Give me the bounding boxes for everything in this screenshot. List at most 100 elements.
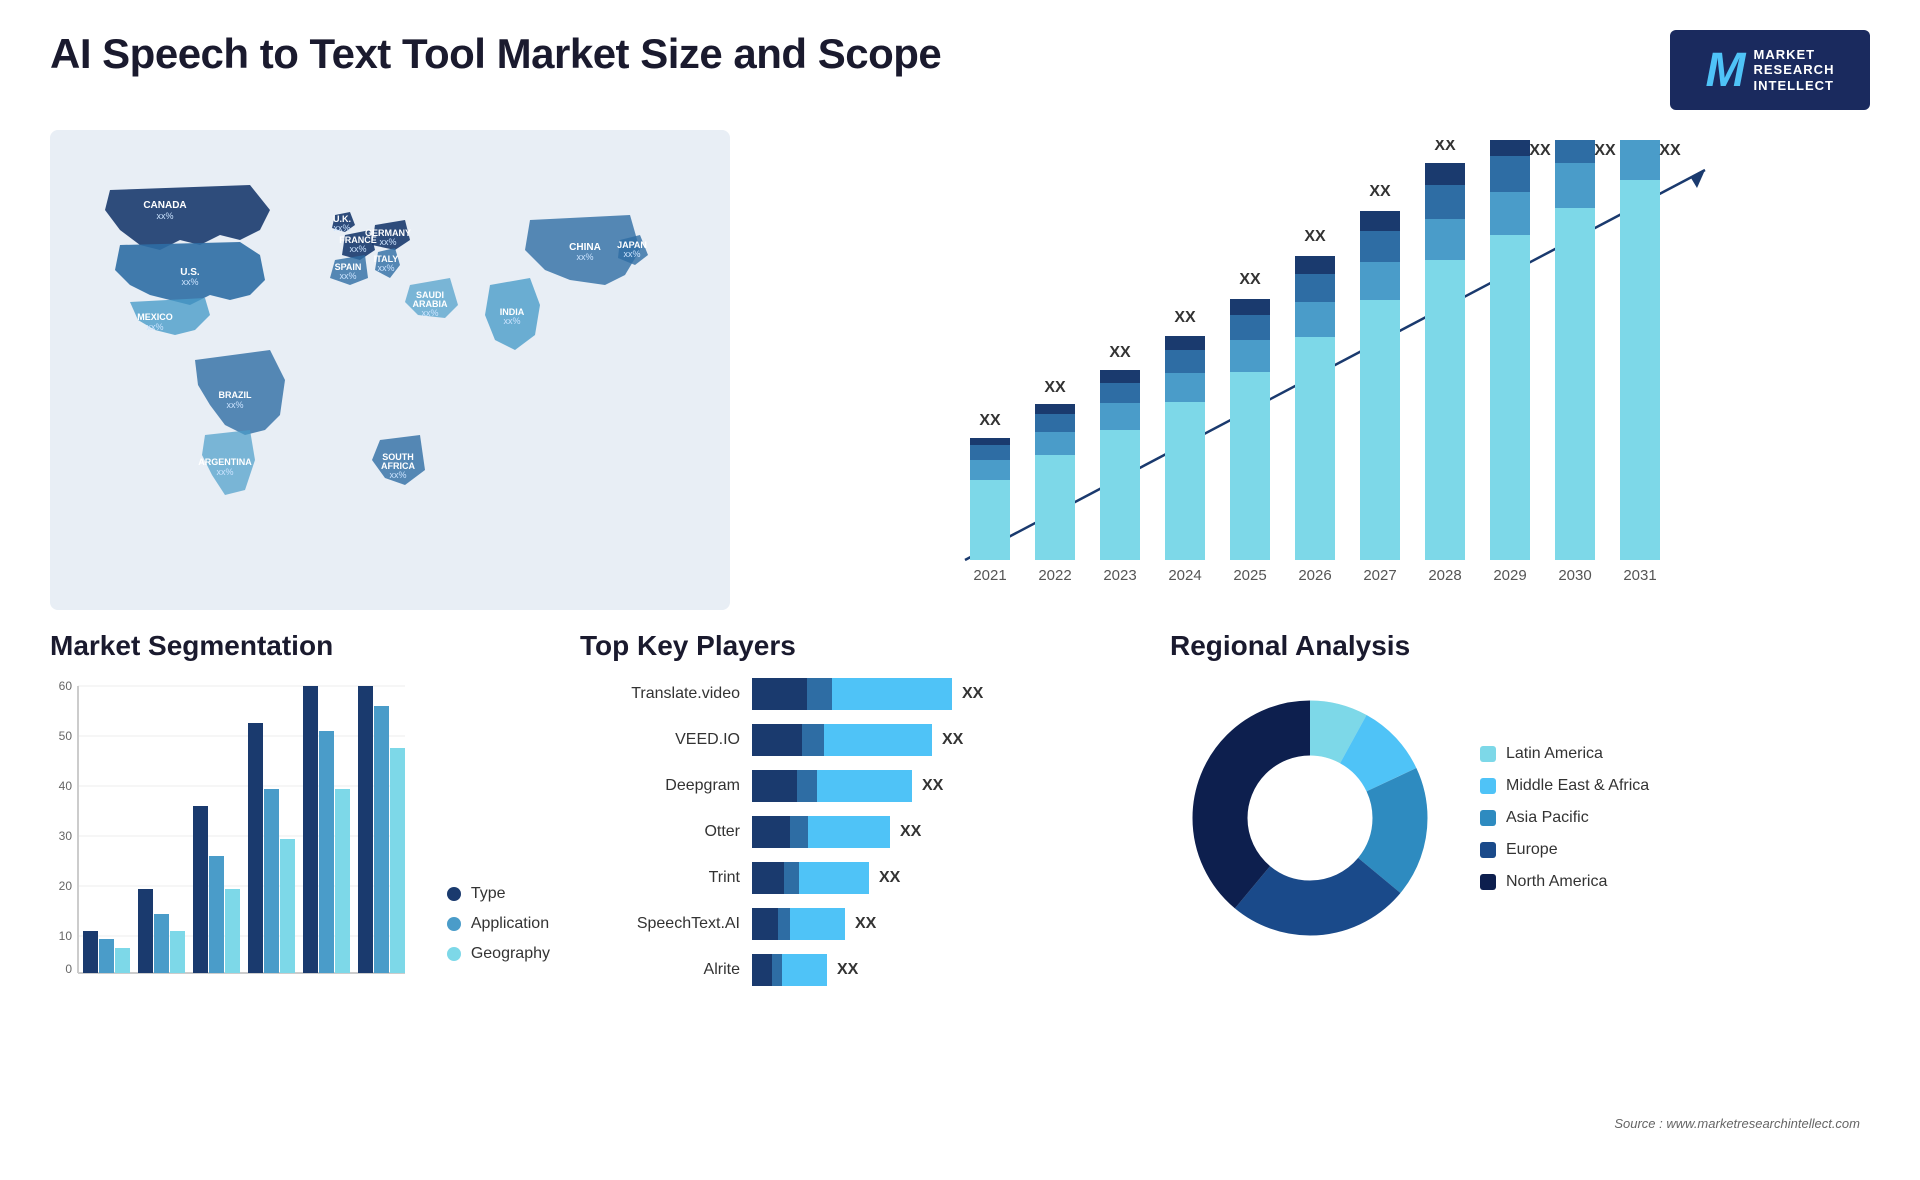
legend-color-europe	[1480, 842, 1496, 858]
source-text: Source : www.marketresearchintellect.com	[1614, 1116, 1860, 1131]
legend-label-latin-america: Latin America	[1506, 745, 1603, 763]
bar-seg3	[824, 724, 932, 756]
bar-seg2	[784, 862, 799, 894]
player-row-otter: Otter XX	[580, 816, 1140, 848]
svg-text:XX: XX	[1304, 228, 1326, 245]
legend-label-geography: Geography	[471, 945, 550, 963]
svg-text:xx%: xx%	[379, 237, 396, 247]
key-players-section: Top Key Players Translate.video XX VEED.…	[580, 630, 1140, 1180]
svg-text:xx%: xx%	[146, 322, 163, 332]
svg-text:30: 30	[59, 829, 73, 843]
regional-analysis: Regional Analysis	[1170, 630, 1870, 1180]
logo-letter: M	[1706, 43, 1746, 98]
bar-seg3	[808, 816, 890, 848]
market-seg-title: Market Segmentation	[50, 630, 550, 662]
legend-middle-east-africa: Middle East & Africa	[1480, 777, 1649, 795]
svg-text:2021: 2021	[973, 567, 1006, 584]
bar-seg1	[752, 954, 772, 986]
players-list: Translate.video XX VEED.IO X	[580, 678, 1140, 986]
bar-label: XX	[879, 869, 900, 887]
player-row-translate: Translate.video XX	[580, 678, 1140, 710]
player-row-trint: Trint XX	[580, 862, 1140, 894]
bar-seg2	[797, 770, 817, 802]
bar-label: XX	[922, 777, 943, 795]
svg-text:XX: XX	[1044, 379, 1066, 396]
svg-text:2024: 2024	[1168, 567, 1201, 584]
legend-type: Type	[447, 885, 550, 903]
player-name-veed: VEED.IO	[580, 731, 740, 749]
svg-text:XX: XX	[1109, 344, 1131, 361]
bar-seg3	[799, 862, 869, 894]
player-name-translate: Translate.video	[580, 685, 740, 703]
legend-label-na: North America	[1506, 873, 1607, 891]
svg-text:10: 10	[59, 929, 73, 943]
player-bar-veed: XX	[752, 724, 1140, 756]
legend-geography: Geography	[447, 945, 550, 963]
svg-text:xx%: xx%	[339, 271, 356, 281]
svg-text:xx%: xx%	[156, 211, 173, 221]
bar-label: XX	[962, 685, 983, 703]
bar-label: XX	[900, 823, 921, 841]
legend-north-america: North America	[1480, 873, 1649, 891]
legend-latin-america: Latin America	[1480, 745, 1649, 763]
player-row-alrite: Alrite XX	[580, 954, 1140, 986]
logo-box: M MARKET RESEARCH INTELLECT	[1670, 30, 1870, 110]
svg-text:xx%: xx%	[226, 400, 243, 410]
bar-seg1	[752, 908, 778, 940]
bar-label: XX	[942, 731, 963, 749]
page-title: AI Speech to Text Tool Market Size and S…	[50, 30, 941, 78]
bar-seg2	[802, 724, 824, 756]
bar-chart-svg: XX 2021 XX 2022 XX	[780, 140, 1850, 600]
legend-dot-geography	[447, 947, 461, 961]
player-name-alrite: Alrite	[580, 961, 740, 979]
svg-text:XX: XX	[1434, 140, 1456, 154]
svg-text:2023: 2023	[1103, 567, 1136, 584]
bar-seg3	[790, 908, 845, 940]
svg-text:xx%: xx%	[181, 277, 198, 287]
svg-text:2027: 2027	[1363, 567, 1396, 584]
donut-chart-svg	[1170, 678, 1450, 958]
player-bar-deepgram: XX	[752, 770, 1140, 802]
svg-text:xx%: xx%	[623, 249, 640, 259]
bar-seg2	[790, 816, 808, 848]
svg-text:xx%: xx%	[389, 470, 406, 480]
legend-asia-pacific: Asia Pacific	[1480, 809, 1649, 827]
legend-label-europe: Europe	[1506, 841, 1558, 859]
key-players-title: Top Key Players	[580, 630, 1140, 662]
svg-text:BRAZIL: BRAZIL	[219, 390, 252, 400]
legend-europe: Europe	[1480, 841, 1649, 859]
svg-text:2028: 2028	[1428, 567, 1461, 584]
svg-text:2025: 2025	[1233, 567, 1266, 584]
map-section: CANADA xx% U.S. xx% MEXICO xx% BRAZIL xx…	[50, 130, 730, 610]
svg-text:XX: XX	[1174, 309, 1196, 326]
legend-color-apac	[1480, 810, 1496, 826]
bar-seg3	[817, 770, 912, 802]
svg-text:XX: XX	[1529, 142, 1551, 159]
svg-text:ARGENTINA: ARGENTINA	[198, 457, 252, 467]
legend-color-na	[1480, 874, 1496, 890]
bar-seg2	[807, 678, 832, 710]
svg-text:XX: XX	[979, 412, 1001, 429]
legend-label-type: Type	[471, 885, 506, 903]
logo-area: M MARKET RESEARCH INTELLECT	[1670, 30, 1870, 110]
bar-seg1	[752, 862, 784, 894]
svg-text:2022: 2022	[1038, 567, 1071, 584]
regional-legend: Latin America Middle East & Africa Asia …	[1480, 745, 1649, 891]
player-bar-alrite: XX	[752, 954, 1140, 986]
legend-application: Application	[447, 915, 550, 933]
svg-text:xx%: xx%	[216, 467, 233, 477]
logo-line2: RESEARCH	[1754, 62, 1835, 78]
svg-text:2030: 2030	[1558, 567, 1591, 584]
svg-text:50: 50	[59, 729, 73, 743]
bar-seg3	[832, 678, 952, 710]
player-row-speechtext: SpeechText.AI XX	[580, 908, 1140, 940]
player-name-otter: Otter	[580, 823, 740, 841]
page-container: AI Speech to Text Tool Market Size and S…	[0, 0, 1920, 1146]
svg-text:xx%: xx%	[349, 244, 366, 254]
player-bar-translate: XX	[752, 678, 1140, 710]
top-section: CANADA xx% U.S. xx% MEXICO xx% BRAZIL xx…	[50, 130, 1870, 610]
player-bar-speechtext: XX	[752, 908, 1140, 940]
svg-text:xx%: xx%	[503, 316, 520, 326]
header: AI Speech to Text Tool Market Size and S…	[50, 30, 1870, 110]
legend-dot-type	[447, 887, 461, 901]
